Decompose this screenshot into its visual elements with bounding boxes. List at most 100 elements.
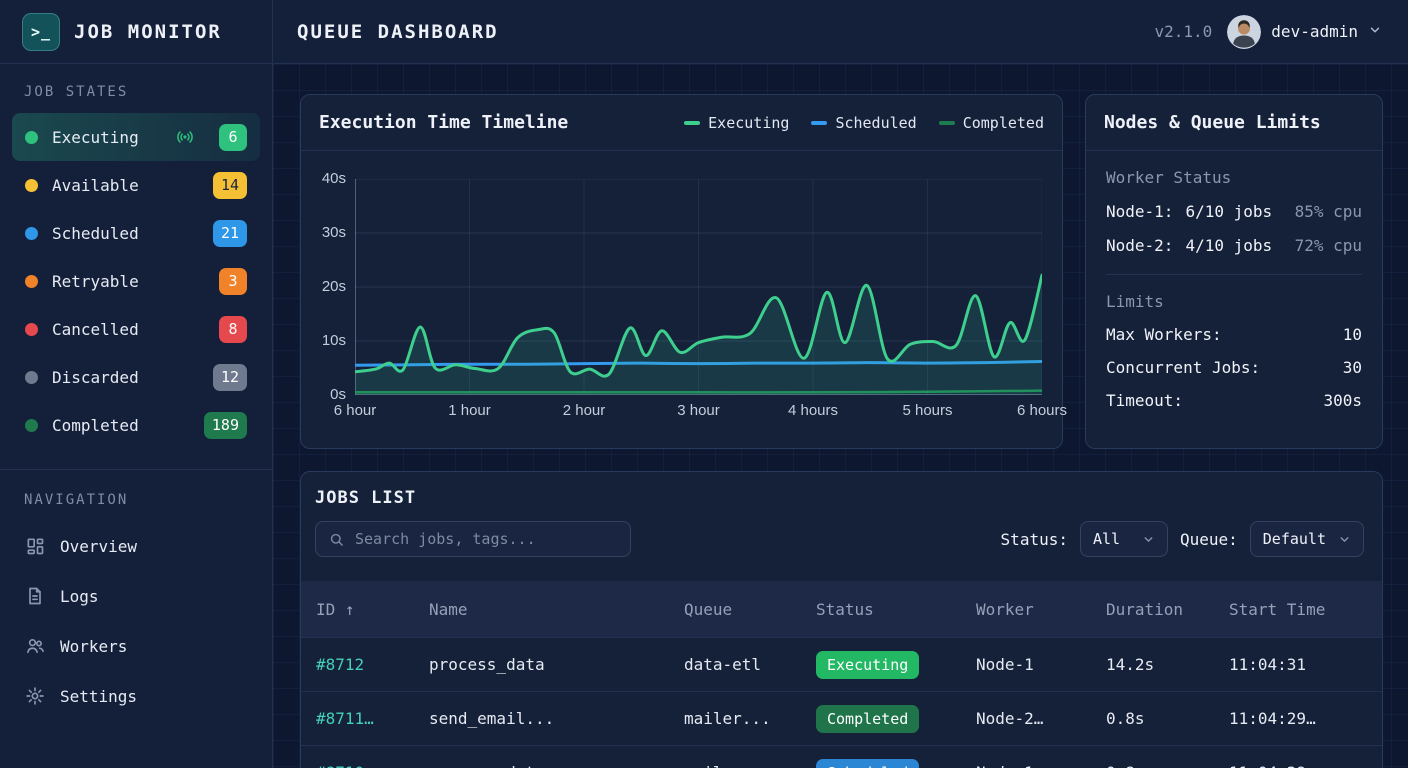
job-name: process_data	[429, 763, 684, 768]
sidebar-item-overview[interactable]: Overview	[0, 521, 272, 571]
node-cpu: 72% cpu	[1294, 236, 1362, 255]
node-1-status: Node-1: 6/10 jobs 85% cpu	[1106, 202, 1362, 221]
executing-dot	[25, 130, 38, 144]
header-brand: >_ JOB MONITOR	[0, 0, 273, 63]
sidebar-item-executing[interactable]: Executing 6	[12, 113, 260, 161]
avatar	[1227, 14, 1262, 49]
legend-item-executing[interactable]: Executing	[684, 114, 789, 132]
count-badge: 189	[203, 411, 247, 439]
legend-item-completed[interactable]: Completed	[938, 114, 1044, 132]
x-axis-tick-label: 2 hour	[562, 402, 606, 419]
state-label: Completed	[52, 415, 139, 435]
x-axis-tick-label: 3 hour	[677, 402, 720, 419]
limits-heading: Limits	[1106, 292, 1164, 311]
sidebar-item-available[interactable]: Available 14	[12, 161, 260, 209]
status-badge: Executing	[816, 650, 920, 679]
state-label: Cancelled	[52, 319, 139, 339]
workers-users-icon	[25, 636, 45, 656]
legend-label: Executing	[708, 113, 790, 132]
state-label: Available	[52, 175, 139, 195]
column-header-queue[interactable]: Queue	[684, 600, 816, 619]
search-input[interactable]	[355, 530, 618, 548]
limit-value: 10	[1342, 325, 1362, 344]
job-worker: Node-2…	[976, 709, 1044, 728]
node-jobs: 6/10 jobs	[1185, 202, 1273, 221]
job-id-link[interactable]: #8712	[316, 655, 429, 674]
legend-dash	[811, 120, 828, 125]
column-header-id[interactable]: ID ↑	[316, 600, 429, 619]
jobs-search[interactable]	[315, 521, 631, 557]
sidebar-item-cancelled[interactable]: Cancelled 8	[12, 305, 260, 353]
limit-label: Concurrent Jobs:	[1106, 358, 1261, 377]
x-axis-tick-label: 6 hours	[1016, 402, 1068, 419]
sidebar-item-workers[interactable]: Workers	[0, 621, 272, 671]
chart-x-axis: 6 hour 1 hour 2 hour 3 hour 4 hours 5 hours 6 …	[334, 395, 1067, 421]
limit-value: 300s	[1323, 391, 1362, 410]
limit-timeout: Timeout: 300s	[1106, 391, 1362, 410]
user-menu[interactable]: dev-admin	[1227, 14, 1382, 49]
job-start-time: 11:04:29…	[1229, 709, 1316, 728]
page-title: QUEUE DASHBOARD	[297, 20, 499, 43]
state-label: Executing	[52, 127, 139, 147]
job-queue: data-etl	[684, 655, 762, 674]
column-header-duration[interactable]: Duration	[1106, 600, 1229, 619]
status-badge: Scheduled	[816, 758, 920, 768]
node-name: Node-2:	[1106, 236, 1174, 255]
status-badge: Completed	[816, 704, 920, 733]
chevron-down-icon	[1368, 22, 1382, 41]
legend-item-scheduled[interactable]: Scheduled	[811, 113, 917, 132]
chart-y-axis: 0s 10s 20s 30s 40s	[311, 170, 355, 421]
sidebar-item-scheduled[interactable]: Scheduled 21	[12, 209, 260, 257]
nav-label: Settings	[60, 686, 138, 706]
column-header-status[interactable]: Status	[816, 600, 976, 619]
node-jobs: 4/10 jobs	[1185, 236, 1273, 255]
count-badge: 8	[219, 315, 247, 343]
status-filter-select[interactable]: All	[1079, 521, 1168, 557]
jobs-table: ID ↑ Name Queue Status Worker Duration S…	[301, 581, 1382, 768]
chevron-down-icon	[1142, 533, 1155, 546]
limit-value: 30	[1342, 358, 1362, 377]
x-axis-tick-label: 1 hour	[448, 402, 491, 419]
timeline-chart	[355, 179, 1042, 395]
count-badge: 21	[212, 219, 247, 247]
navigation-heading: NAVIGATION	[24, 492, 129, 508]
terminal-logo-icon: >_	[22, 12, 60, 51]
queue-filter-value: Default	[1262, 530, 1326, 548]
node-cpu: 85% cpu	[1294, 202, 1362, 221]
available-dot	[25, 178, 38, 192]
count-badge: 12	[212, 363, 247, 391]
retryable-dot	[25, 274, 38, 288]
username: dev-admin	[1271, 22, 1358, 41]
job-id-link[interactable]: #8711…	[316, 709, 429, 728]
job-duration: 0.8s	[1106, 709, 1145, 728]
sidebar-item-retryable[interactable]: Retryable 3	[12, 257, 260, 305]
chevron-down-icon	[1338, 533, 1351, 546]
column-header-start-time[interactable]: Start Time	[1229, 600, 1382, 619]
legend-label: Scheduled	[835, 113, 917, 132]
job-start-time: 11:04:31	[1229, 655, 1307, 674]
sidebar-item-logs[interactable]: Logs	[0, 571, 272, 621]
job-queue: mailer...	[684, 709, 771, 728]
column-header-name[interactable]: Name	[429, 600, 684, 619]
job-name: process_data	[429, 655, 545, 674]
nodes-card-title: Nodes & Queue Limits	[1104, 112, 1321, 133]
discarded-dot	[25, 370, 38, 384]
node-name: Node-1:	[1106, 202, 1174, 221]
sidebar-item-completed[interactable]: Completed 189	[12, 401, 260, 449]
job-worker: Node-1	[976, 763, 1106, 768]
table-row[interactable]: #8710 process_data mailer Scheduled Node…	[301, 745, 1382, 768]
column-header-worker[interactable]: Worker	[976, 600, 1106, 619]
table-row[interactable]: #8712 process_data data-etl Executing No…	[301, 637, 1382, 691]
state-label: Discarded	[52, 367, 139, 387]
nav-label: Logs	[60, 586, 99, 606]
sidebar-item-settings[interactable]: Settings	[0, 671, 272, 721]
y-axis-tick-label: 40s	[321, 170, 346, 187]
nav-label: Overview	[60, 536, 138, 556]
count-badge: 3	[219, 267, 247, 295]
job-id-link[interactable]: #8710	[316, 763, 429, 768]
settings-gear-icon	[25, 686, 45, 706]
sidebar-item-discarded[interactable]: Discarded 12	[12, 353, 260, 401]
queue-filter-select[interactable]: Default	[1249, 521, 1364, 557]
table-row[interactable]: #8711… send_email... mailer... Completed…	[301, 691, 1382, 745]
status-filter-value: All	[1092, 530, 1121, 548]
